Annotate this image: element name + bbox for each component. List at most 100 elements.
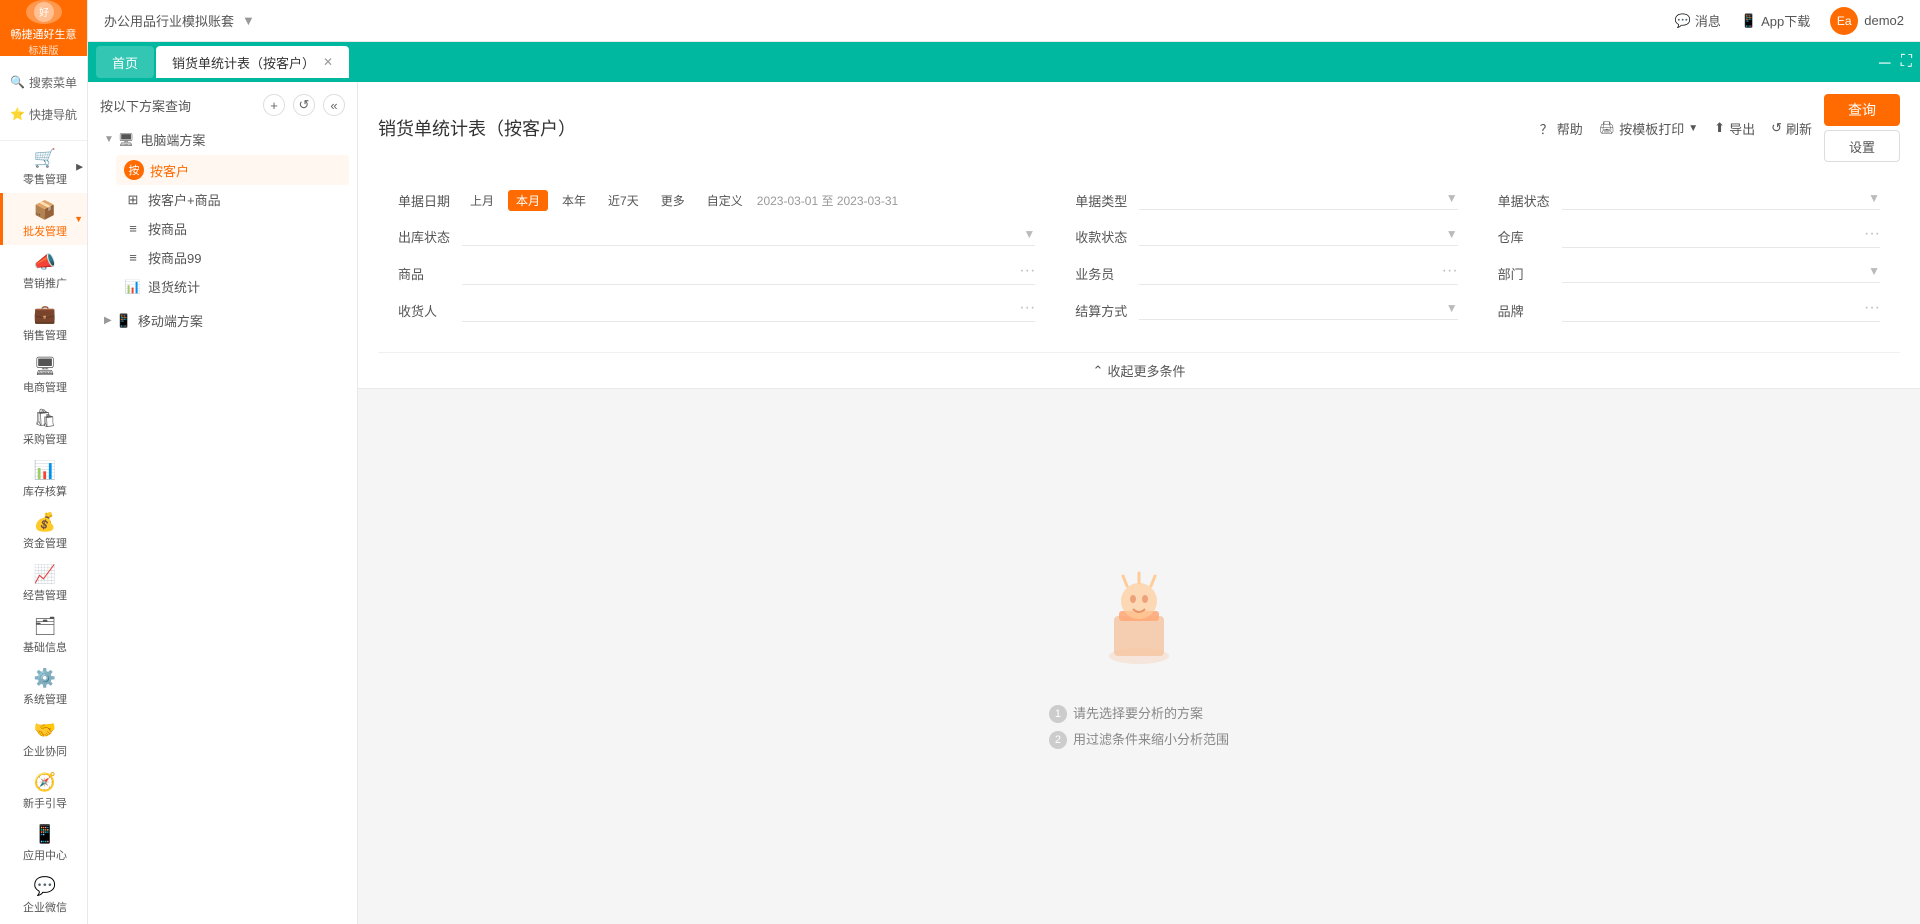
sidebar-item-sales[interactable]: 💼 销售管理 [0,297,87,349]
refresh-scheme-button[interactable]: ↺ [293,94,315,116]
basic-icon: 🗂 [34,616,57,637]
empty-tips: 1 请先选择要分析的方案 2 用过滤条件来缩小分析范围 [1049,701,1229,753]
sidebar-item-guide[interactable]: 🧭 新手引导 [0,765,87,817]
collection-status-control[interactable]: ▼ [1139,227,1457,246]
sidebar-item-wholesale[interactable]: 📦 批发管理 ▼ [0,193,87,245]
print-chevron-icon: ▼ [1688,123,1698,134]
sidebar-item-purchase[interactable]: 🛍 采购管理 [0,401,87,453]
sidebar-item-ecommerce[interactable]: 🖥 电商管理 [0,349,87,401]
empty-illustration [1079,561,1199,681]
sidebar-item-basic-label: 基础信息 [23,639,67,655]
bill-status-chevron-icon: ▼ [1868,191,1880,205]
warehouse-control[interactable]: ··· [1562,225,1880,248]
search-menu-item[interactable]: 🔍 搜索菜单 [8,66,79,98]
tab-sales-stats[interactable]: 销货单统计表（按客户） ✕ [156,46,349,78]
sidebar-item-finance[interactable]: 💰 资金管理 [0,505,87,557]
mobile-group-label: 移动端方案 [138,311,203,330]
warehouse-filter-item: 仓库 ··· [1498,225,1880,248]
scheme-customer-goods[interactable]: ⊞ 按客户+商品 [116,185,349,214]
brand-dots-icon[interactable]: ··· [1864,299,1880,317]
date-7days-btn[interactable]: 近7天 [600,190,647,211]
scheme-returns[interactable]: 📊 退货统计 [116,272,349,301]
scheme-by-customer[interactable]: 按 按客户 [116,155,349,185]
delivery-status-select[interactable]: ▼ [462,227,1035,241]
export-label: 导出 [1729,119,1755,138]
left-panel-title: 按以下方案查询 [100,96,191,115]
department-select[interactable]: ▼ [1562,264,1880,278]
warehouse-dots-icon[interactable]: ··· [1864,225,1880,243]
delivery-status-control[interactable]: ▼ [462,227,1035,246]
scheme-by-goods[interactable]: ≡ 按商品 [116,214,349,243]
salesman-dots-icon[interactable]: ··· [1442,262,1458,280]
collapse-more-bar[interactable]: ⌃ 收起更多条件 [378,352,1900,388]
page-title: 销货单统计表（按客户） [378,115,576,141]
mobile-group-item[interactable]: ▶ 📱 移动端方案 [96,305,349,336]
purchase-icon: 🛍 [34,408,57,429]
user-menu-button[interactable]: Ea demo2 [1830,7,1904,35]
bill-type-control[interactable]: ▼ [1139,191,1457,210]
tab-close-icon[interactable]: ✕ [323,55,333,69]
app-download-button[interactable]: 📱 App下载 [1741,11,1810,30]
settlement-select[interactable]: ▼ [1139,301,1457,315]
sidebar-item-marketing[interactable]: 📣 营销推广 [0,245,87,297]
mobile-group-arrow-icon: ▶ [104,315,112,326]
settlement-control[interactable]: ▼ [1139,301,1457,320]
help-button[interactable]: ？ 帮助 [1540,119,1583,138]
receiver-control[interactable]: ··· [462,299,1035,322]
sidebar-item-operation[interactable]: 📈 经营管理 [0,557,87,609]
goods-control[interactable]: ··· [462,262,1035,285]
sidebar-item-apps-label: 应用中心 [23,847,67,863]
export-button[interactable]: ⬆ 导出 [1714,119,1755,138]
salesman-control[interactable]: ··· [1139,262,1457,285]
receiver-dots-icon[interactable]: ··· [1019,299,1035,317]
tab-home[interactable]: 首页 [96,46,154,78]
bill-status-control[interactable]: ▼ [1562,191,1880,210]
desktop-group-item[interactable]: ▼ 🖥 电脑端方案 [96,124,349,155]
shortcut-nav-item[interactable]: ⭐ 快捷导航 [8,98,79,130]
scheme-by-goods99[interactable]: ≡ 按商品99 [116,243,349,272]
ecommerce-icon: 🖥 [34,356,57,377]
sidebar-item-apps[interactable]: 📱 应用中心 [0,817,87,869]
sidebar-item-system[interactable]: ⚙️ 系统管理 [0,661,87,713]
settings-button[interactable]: 设置 [1824,130,1900,162]
collapse-panel-button[interactable]: « [323,94,345,116]
sidebar-item-basic[interactable]: 🗂 基础信息 [0,609,87,661]
app-sublabel: 标准版 [29,42,59,57]
date-custom-btn[interactable]: 自定义 [699,190,751,211]
warehouse-select[interactable]: ··· [1562,225,1880,243]
date-last-month-btn[interactable]: 上月 [462,190,502,211]
message-button[interactable]: 💬 消息 [1675,11,1721,30]
tab-maximize-icon[interactable]: ⛶ [1901,53,1912,71]
brand-control[interactable]: ··· [1562,299,1880,322]
content-area: 按以下方案查询 + ↺ « ▼ 🖥 [88,82,1920,924]
department-control[interactable]: ▼ [1562,264,1880,283]
date-this-year-btn[interactable]: 本年 [554,190,594,211]
page-action-buttons: ？ 帮助 🖨 按模板打印 ▼ ⬆ 导出 [1540,119,1812,138]
scheme-tree: ▼ 🖥 电脑端方案 按 按客户 ⊞ 按客户+商品 ≡ 按商品 [88,124,357,336]
collection-status-select[interactable]: ▼ [1139,227,1457,241]
add-scheme-button[interactable]: + [263,94,285,116]
template-print-button[interactable]: 🖨 按模板打印 ▼ [1599,119,1698,138]
sidebar-item-retail[interactable]: 🛒 零售管理 ▶ [0,141,87,193]
sidebar-item-wechat[interactable]: 💬 企业微信 [0,869,87,921]
bill-status-select[interactable]: ▼ [1562,191,1880,205]
sidebar-item-operation-label: 经营管理 [23,587,67,603]
template-print-label: 按模板打印 [1619,119,1684,138]
bill-type-select[interactable]: ▼ [1139,191,1457,205]
goods-dots-icon[interactable]: ··· [1019,262,1035,280]
brand-input[interactable] [1562,301,1860,316]
message-label: 消息 [1695,11,1721,30]
refresh-button[interactable]: ↺ 刷新 [1771,119,1812,138]
query-button[interactable]: 查询 [1824,94,1900,126]
sidebar-item-inventory[interactable]: 📊 库存核算 [0,453,87,505]
tab-minimize-icon[interactable]: － [1877,50,1893,74]
date-this-month-btn[interactable]: 本月 [508,190,548,211]
goods-input[interactable] [462,264,1015,279]
returns-icon: 📊 [124,278,142,296]
date-more-btn[interactable]: 更多 [653,190,693,211]
workspace-dropdown-icon[interactable]: ▼ [242,13,255,28]
receiver-input[interactable] [462,301,1015,316]
bill-type-label: 单据类型 [1075,191,1131,210]
salesman-input[interactable] [1139,264,1437,279]
sidebar-item-collab[interactable]: 🤝 企业协同 [0,713,87,765]
